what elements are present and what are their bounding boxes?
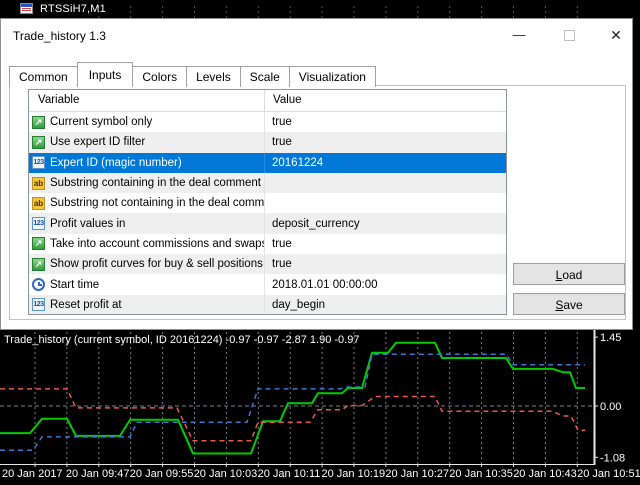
save-button[interactable]: Save — [513, 293, 625, 315]
svg-text:20 Jan 09:55: 20 Jan 09:55 — [130, 468, 194, 480]
table-row[interactable]: ↗ Current symbol only true — [29, 112, 506, 133]
table-row[interactable]: 123 Reset profit at day_begin — [29, 294, 506, 314]
indicator-properties-dialog: Trade_history 1.3 — ✕ Common Inputs Colors… — [0, 18, 633, 330]
indicator-subwindow-chart: 1.45 0.00 -1.08 20 Jan 2017 20 Jan 09:47 20 J… — [0, 330, 640, 480]
value-column-header: Value — [273, 94, 302, 106]
bool-type-icon: ↗ — [32, 257, 45, 271]
profit-curves-plot: 1.450.00-1.0820 Jan 2017 20 Jan 09:47 20 J… — [0, 330, 640, 480]
variable-cell: ↗ Take into account commissions and swaps — [29, 233, 265, 255]
svg-text:20 Jan 10:27: 20 Jan 10:27 — [385, 468, 449, 480]
string-type-icon: ab — [32, 196, 45, 210]
svg-text:20 Jan 10:51: 20 Jan 10:51 — [577, 468, 640, 480]
variable-cell: 123 Profit values in — [29, 213, 265, 234]
tab-colors[interactable]: Colors — [132, 66, 188, 87]
svg-text:20 Jan 10:03: 20 Jan 10:03 — [194, 468, 258, 480]
table-row[interactable]: ↗ Take into account commissions and swaps… — [29, 233, 506, 255]
variable-cell: ↗ Current symbol only — [29, 112, 265, 133]
table-row[interactable]: Start time 2018.01.01 00:00:00 — [29, 274, 506, 295]
datetime-type-icon — [32, 278, 45, 292]
value-cell[interactable]: 20161224 — [265, 157, 506, 169]
close-button[interactable]: ✕ — [600, 23, 632, 47]
tab-bar: Common Inputs Colors Levels Scale Visualizati… — [9, 61, 376, 87]
value-cell[interactable]: true — [265, 258, 506, 270]
string-type-icon: ab — [32, 176, 45, 190]
tab-scale[interactable]: Scale — [239, 66, 290, 87]
variable-cell: ↗ Use expert ID filter — [29, 132, 265, 153]
tab-visualization[interactable]: Visualization — [288, 66, 376, 87]
variable-label: Current symbol only — [50, 116, 153, 129]
dialog-title: Trade_history 1.3 — [13, 29, 106, 43]
bool-type-icon: ↗ — [32, 135, 45, 149]
svg-text:20 Jan 09:47: 20 Jan 09:47 — [66, 468, 130, 480]
variable-column-header: Variable — [29, 90, 265, 111]
chart-window-icon — [20, 3, 33, 14]
variable-label: Substring not containing in the deal com… — [50, 197, 265, 210]
table-row[interactable]: ab Substring containing in the deal comme… — [29, 172, 506, 194]
variable-label: Profit values in — [50, 217, 126, 230]
table-row[interactable]: 123 Profit values in deposit_currency — [29, 213, 506, 234]
bool-type-icon: ↗ — [32, 237, 45, 251]
variable-cell: 123 Reset profit at — [29, 294, 265, 314]
variable-label: Expert ID (magic number) — [50, 156, 182, 169]
svg-text:-1.08: -1.08 — [600, 452, 625, 464]
variable-label: Show profit curves for buy & sell positi… — [50, 258, 263, 271]
chart-window-titlebar: RTSSiH7,M1 — [0, 0, 640, 18]
tab-inputs[interactable]: Inputs — [76, 62, 134, 86]
bool-type-icon: ↗ — [32, 115, 45, 129]
maximize-button[interactable] — [553, 23, 585, 47]
table-header: Variable Value — [29, 90, 506, 112]
variable-cell: Start time — [29, 274, 265, 295]
svg-text:0.00: 0.00 — [600, 401, 621, 413]
variable-label: Use expert ID filter — [50, 136, 146, 149]
minimize-button[interactable]: — — [503, 23, 535, 47]
variable-cell: ↗ Show profit curves for buy & sell posit… — [29, 254, 265, 275]
tab-common[interactable]: Common — [9, 66, 78, 87]
table-row[interactable]: 123 Expert ID (magic number) 20161224 — [29, 152, 506, 173]
variable-cell: 123 Expert ID (magic number) — [29, 152, 265, 173]
table-row[interactable]: ↗ Show profit curves for buy & sell posit… — [29, 254, 506, 275]
value-cell[interactable]: true — [265, 238, 506, 250]
int-type-icon: 123 — [32, 298, 45, 312]
svg-text:20 Jan 10:11: 20 Jan 10:11 — [258, 468, 321, 480]
value-cell[interactable]: true — [265, 136, 506, 148]
variable-label: Substring containing in the deal comment — [50, 177, 261, 190]
tab-levels[interactable]: Levels — [186, 66, 241, 87]
chart-window-title: RTSSiH7,M1 — [40, 3, 106, 15]
variable-cell: ab Substring not containing in the deal c… — [29, 193, 265, 214]
svg-text:20 Jan 10:35: 20 Jan 10:35 — [449, 468, 513, 480]
int-type-icon: 123 — [32, 156, 45, 170]
svg-text:1.45: 1.45 — [600, 332, 621, 344]
variable-label: Take into account commissions and swaps — [50, 237, 265, 250]
variable-label: Reset profit at — [50, 298, 122, 311]
table-row[interactable]: ↗ Use expert ID filter true — [29, 132, 506, 153]
value-cell[interactable]: true — [265, 116, 506, 128]
inputs-table: Variable Value ↗ Current symbol only true ↗… — [28, 89, 507, 315]
load-button[interactable]: Load — [513, 263, 625, 285]
svg-text:20 Jan 2017: 20 Jan 2017 — [2, 468, 63, 480]
svg-text:20 Jan 10:19: 20 Jan 10:19 — [322, 468, 386, 480]
variable-cell: ab Substring containing in the deal comme… — [29, 172, 265, 194]
table-row[interactable]: ab Substring not containing in the deal c… — [29, 193, 506, 214]
int-type-icon: 123 — [32, 217, 45, 231]
value-cell[interactable]: 2018.01.01 00:00:00 — [265, 279, 506, 291]
maximize-icon — [563, 30, 575, 41]
svg-text:20 Jan 10:43: 20 Jan 10:43 — [513, 468, 577, 480]
svg-text:Trade_history (current symbol,: Trade_history (current symbol, ID 201612… — [4, 334, 359, 346]
variable-label: Start time — [50, 278, 100, 291]
value-cell[interactable]: deposit_currency — [265, 218, 506, 230]
value-cell[interactable]: day_begin — [265, 299, 506, 311]
